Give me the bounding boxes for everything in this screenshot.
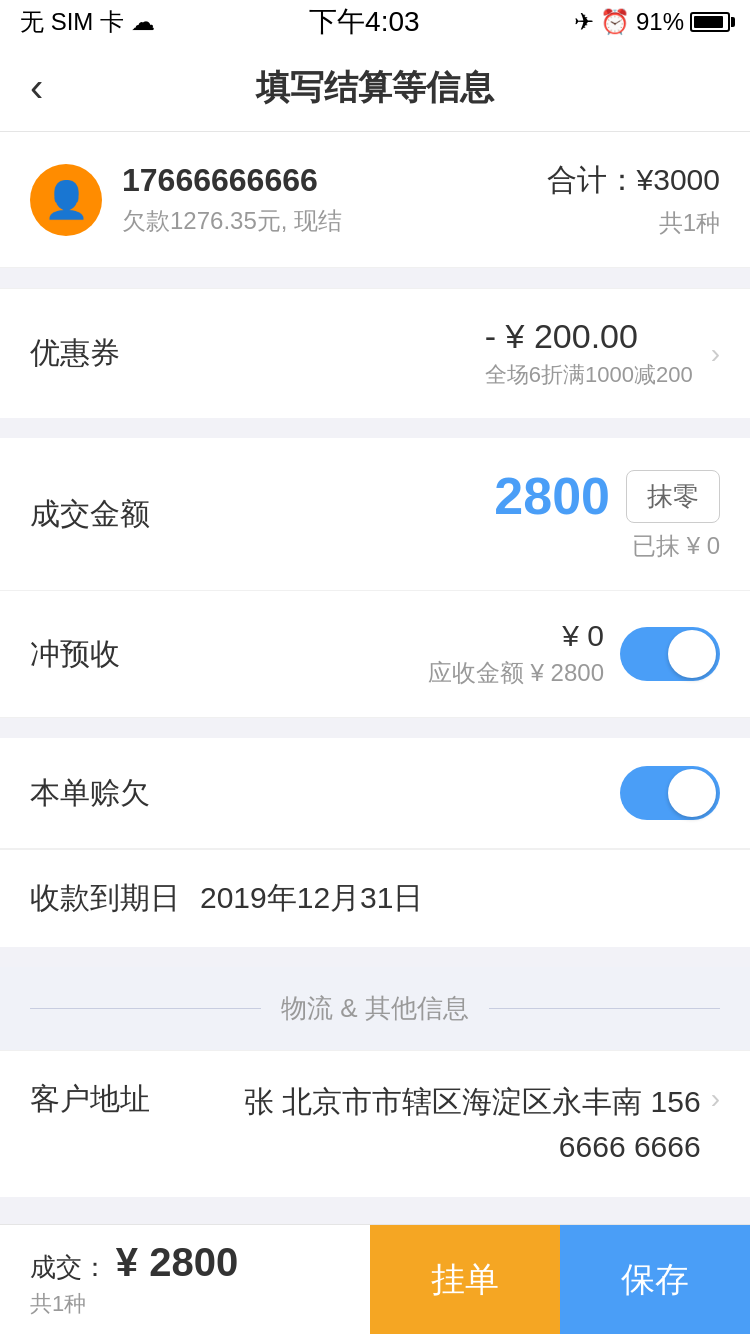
- deal-amount-label: 成交金额: [30, 494, 150, 535]
- customer-info: 17666666666 欠款1276.35元, 现结: [122, 162, 342, 237]
- coupon-discount: - ¥ 200.00: [485, 317, 693, 356]
- coupon-label: 优惠券: [30, 333, 120, 374]
- prepay-right-group: ¥ 0 应收金额 ¥ 2800: [428, 619, 720, 689]
- prepay-toggle[interactable]: [620, 627, 720, 681]
- coupon-right: - ¥ 200.00 全场6折满1000减200 ›: [485, 317, 720, 390]
- coupon-desc: 全场6折满1000减200: [485, 360, 693, 390]
- bottom-deal-line: 成交： ¥ 2800: [30, 1240, 340, 1285]
- bottom-summary: 成交： ¥ 2800 共1种: [0, 1240, 370, 1319]
- divider-line-left: [30, 1008, 261, 1009]
- page-title: 填写结算等信息: [256, 65, 494, 111]
- customer-debt: 欠款1276.35元, 现结: [122, 205, 342, 237]
- address-label: 客户地址: [30, 1079, 150, 1120]
- form-section-1: 成交金额 2800 抹零 已抹 ¥ 0 冲预收 ¥ 0 应收金额 ¥ 2800: [0, 438, 750, 718]
- form-section-2: 本单赊欠 收款到期日 2019年12月31日: [0, 738, 750, 947]
- due-date-row: 收款到期日 2019年12月31日: [0, 849, 750, 947]
- address-row[interactable]: 客户地址 张 北京市市辖区海淀区永丰南 156 6666 6666 ›: [0, 1050, 750, 1197]
- bottom-deal-amount: ¥ 2800: [116, 1240, 238, 1284]
- credit-toggle-knob: [668, 769, 716, 817]
- divider-line-right: [489, 1008, 720, 1009]
- section-divider-2: [0, 718, 750, 738]
- due-date-label: 收款到期日: [30, 878, 180, 919]
- prepay-sub: 应收金额 ¥ 2800: [428, 657, 604, 689]
- avatar: 👤: [30, 164, 102, 236]
- logistics-label: 物流 & 其他信息: [281, 991, 469, 1026]
- nav-bar: ‹ 填写结算等信息: [0, 44, 750, 132]
- location-icon: ✈: [574, 8, 594, 36]
- status-left: 无 SIM 卡 ☁: [20, 6, 155, 38]
- credit-toggle[interactable]: [620, 766, 720, 820]
- toggle-knob: [668, 630, 716, 678]
- battery-percent: 91%: [636, 8, 684, 36]
- coupon-arrow-icon: ›: [711, 338, 720, 370]
- status-time: 下午4:03: [309, 3, 420, 41]
- pending-button[interactable]: 挂单: [370, 1225, 560, 1335]
- status-bar: 无 SIM 卡 ☁ 下午4:03 ✈ ⏰ 91%: [0, 0, 750, 44]
- content-area: 👤 17666666666 欠款1276.35元, 现结 合计：¥3000 共1…: [0, 132, 750, 1334]
- credit-label: 本单赊欠: [30, 773, 150, 814]
- customer-card: 👤 17666666666 欠款1276.35元, 现结 合计：¥3000 共1…: [0, 132, 750, 268]
- address-right: 张 北京市市辖区海淀区永丰南 156 6666 6666 ›: [170, 1079, 720, 1169]
- avatar-icon: 👤: [44, 179, 89, 221]
- total-amount: 合计：¥3000: [547, 160, 720, 201]
- customer-right: 合计：¥3000 共1种: [547, 160, 720, 239]
- prepay-values: ¥ 0 应收金额 ¥ 2800: [428, 619, 604, 689]
- sim-status: 无 SIM 卡 ☁: [20, 6, 155, 38]
- deal-amount-row: 成交金额 2800 抹零 已抹 ¥ 0: [0, 438, 750, 591]
- save-button[interactable]: 保存: [560, 1225, 750, 1335]
- round-zero-button[interactable]: 抹零: [626, 470, 720, 523]
- due-date-value: 2019年12月31日: [200, 878, 423, 919]
- prepay-label: 冲预收: [30, 634, 120, 675]
- prepay-value: ¥ 0: [428, 619, 604, 653]
- bottom-deal-label: 成交：: [30, 1252, 108, 1282]
- coupon-row[interactable]: 优惠券 - ¥ 200.00 全场6折满1000减200 ›: [0, 288, 750, 418]
- bottom-bar: 成交： ¥ 2800 共1种 挂单 保存: [0, 1224, 750, 1334]
- section-divider-3: [0, 947, 750, 967]
- battery-icon: [690, 12, 730, 32]
- address-arrow-icon: ›: [711, 1083, 720, 1115]
- deal-amount-value: 2800: [494, 466, 610, 526]
- section-divider-1: [0, 418, 750, 438]
- credit-row: 本单赊欠: [0, 738, 750, 849]
- clock-icon: ⏰: [600, 8, 630, 36]
- status-right: ✈ ⏰ 91%: [574, 8, 730, 36]
- deal-amount-sub: 已抹 ¥ 0: [632, 530, 720, 562]
- customer-phone: 17666666666: [122, 162, 342, 199]
- address-text: 张 北京市市辖区海淀区永丰南 156 6666 6666: [170, 1079, 701, 1169]
- customer-left: 👤 17666666666 欠款1276.35元, 现结: [30, 162, 342, 237]
- total-count: 共1种: [547, 207, 720, 239]
- prepay-row: 冲预收 ¥ 0 应收金额 ¥ 2800: [0, 591, 750, 718]
- logistics-divider: 物流 & 其他信息: [0, 967, 750, 1050]
- back-button[interactable]: ‹: [30, 65, 43, 110]
- deal-amount-right: 2800 抹零: [494, 466, 720, 526]
- bottom-count: 共1种: [30, 1289, 340, 1319]
